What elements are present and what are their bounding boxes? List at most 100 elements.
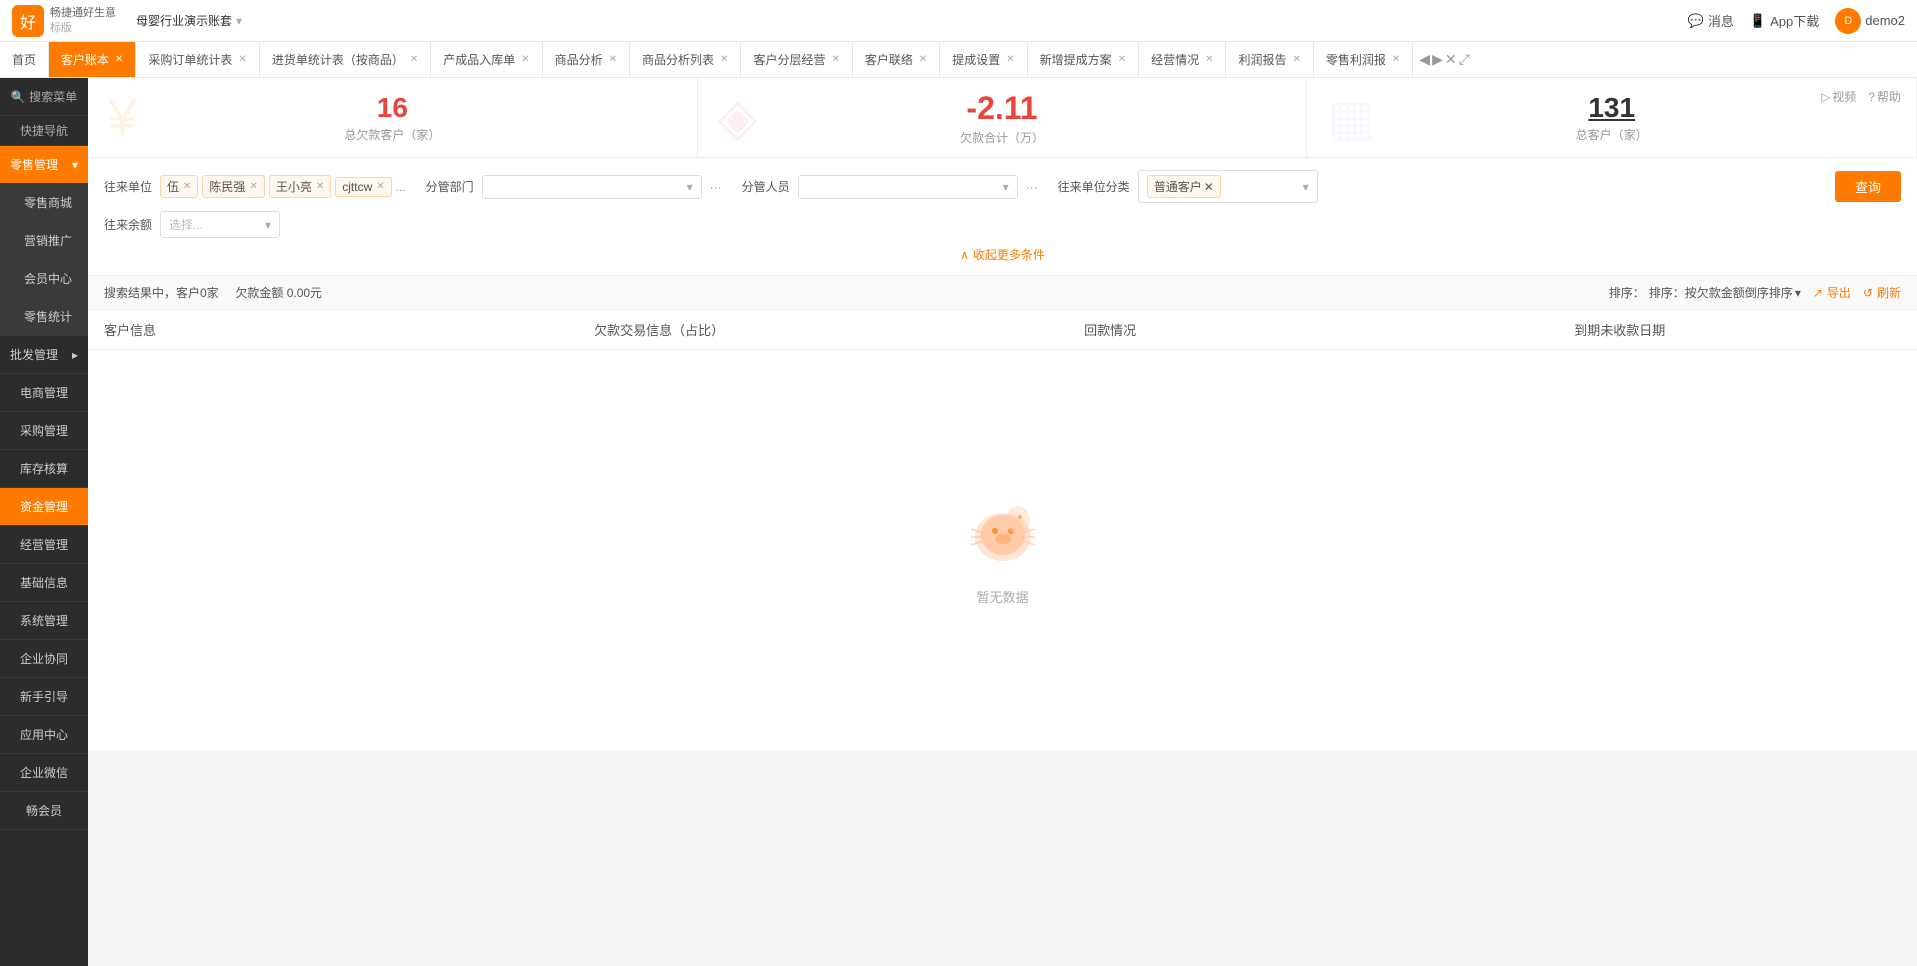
message-button[interactable]: 💬 消息 — [1688, 11, 1734, 30]
tag-close-cjttcw[interactable]: ✕ — [376, 181, 384, 192]
dept-more[interactable]: ··· — [710, 180, 722, 194]
sidebar-item-purchase[interactable]: 采购管理 — [0, 412, 88, 450]
search-icon: 🔍 — [11, 90, 26, 104]
sidebar-item-operations[interactable]: 经营管理 — [0, 526, 88, 564]
tab-close-icon[interactable]: ✕ — [521, 54, 529, 65]
tag-close-category[interactable]: ✕ — [1204, 180, 1214, 194]
stat-label-total-customers: 总客户（家） — [1576, 126, 1648, 143]
play-icon: ▷ — [1821, 90, 1830, 104]
message-icon: 💬 — [1688, 13, 1704, 29]
sidebar-item-inventory[interactable]: 库存核算 — [0, 450, 88, 488]
nav-right-icon[interactable]: ▶ — [1432, 51, 1443, 68]
staff-filter-label: 分管人员 — [742, 178, 790, 195]
sidebar-item-guide[interactable]: 新手引导 — [0, 678, 88, 716]
staff-select[interactable]: ▾ — [798, 175, 1018, 199]
sidebar-item-basic-info[interactable]: 基础信息 — [0, 564, 88, 602]
video-help-button[interactable]: ▷ 视频 — [1821, 88, 1856, 105]
chevron-right-icon: ▸ — [72, 348, 78, 362]
sidebar-item-finance[interactable]: 资金管理 — [0, 488, 88, 526]
stat-label-debt-total: 欠款合计（万） — [960, 129, 1044, 146]
stat-label-debt-customers: 总欠款客户（家） — [344, 126, 440, 143]
query-button[interactable]: 查询 — [1835, 171, 1901, 202]
tab-new-commission[interactable]: 新增提成方案 ✕ — [1028, 42, 1139, 78]
tab-close-icon[interactable]: ✕ — [1006, 54, 1014, 65]
remain-filter-label: 往来余额 — [104, 216, 152, 233]
dept-select[interactable]: ▾ — [482, 175, 702, 199]
tab-close-icon[interactable]: ✕ — [609, 54, 617, 65]
nav-expand-icon[interactable]: ⤢ — [1459, 51, 1470, 68]
help-button[interactable]: ? 帮助 — [1868, 88, 1901, 105]
tab-customer-layer[interactable]: 客户分层经营 ✕ — [741, 42, 852, 78]
nav-close-icon[interactable]: ✕ — [1445, 51, 1457, 68]
category-select[interactable]: 普通客户 ✕ ▾ — [1138, 170, 1318, 203]
sidebar-quick-nav[interactable]: 快捷导航 — [0, 116, 88, 146]
unit-filter-label: 往来单位 — [104, 178, 152, 195]
tab-business[interactable]: 经营情况 ✕ — [1139, 42, 1226, 78]
tab-close-icon[interactable]: ✕ — [410, 54, 418, 65]
tab-goods-analysis[interactable]: 商品分析 ✕ — [543, 42, 630, 78]
sort-icon: ▾ — [1795, 286, 1801, 300]
top-bar: 好 畅捷通好生意 标版 母婴行业演示账套 ▾ 💬 消息 📱 App下载 D de… — [0, 0, 1917, 42]
collapse-button[interactable]: ∧ 收起更多条件 — [104, 246, 1901, 263]
app-download-button[interactable]: 📱 App下载 — [1750, 11, 1819, 30]
sidebar-item-system[interactable]: 系统管理 — [0, 602, 88, 640]
table-container: 客户信息 欠款交易信息（占比） 回款情况 到期未收款日期 — [88, 310, 1917, 750]
col-customer-info: 客户信息 — [104, 320, 594, 339]
sort-selector[interactable]: 排序：按欠款金额倒序排序 ▾ — [1649, 284, 1801, 301]
tab-close-icon[interactable]: ✕ — [1293, 54, 1301, 65]
tab-purchase-order[interactable]: 采购订单统计表 ✕ — [136, 42, 259, 78]
tab-customer-account[interactable]: 客户账本 ✕ — [49, 42, 136, 78]
filter-area: 往来单位 伍 ✕ 陈民强 ✕ 王小亮 ✕ cjttcw — [88, 158, 1917, 276]
tab-goods-analysis-list[interactable]: 商品分析列表 ✕ — [630, 42, 741, 78]
more-tags[interactable]: ... — [396, 180, 406, 194]
sidebar-item-ecommerce[interactable]: 电商管理 — [0, 374, 88, 412]
sidebar-item-retail[interactable]: 零售管理 ▾ — [0, 146, 88, 184]
tab-close-icon[interactable]: ✕ — [1118, 54, 1126, 65]
tab-close-icon[interactable]: ✕ — [115, 54, 123, 65]
tab-close-icon[interactable]: ✕ — [1205, 54, 1213, 65]
sidebar-item-app-center[interactable]: 应用中心 — [0, 716, 88, 754]
tab-profit-report[interactable]: 利润报告 ✕ — [1226, 42, 1313, 78]
sidebar-item-chang-member[interactable]: 畅会员 — [0, 792, 88, 830]
tab-home[interactable]: 首页 — [0, 42, 49, 78]
category-filter-label: 往来单位分类 — [1058, 178, 1130, 195]
empty-icon — [963, 495, 1043, 575]
tab-close-icon[interactable]: ✕ — [919, 54, 927, 65]
user-menu[interactable]: D demo2 — [1835, 8, 1905, 34]
sidebar-search[interactable]: 🔍 搜索菜单 — [0, 78, 88, 116]
sidebar-item-wholesale[interactable]: 批发管理 ▸ — [0, 336, 88, 374]
tag-close-wu[interactable]: ✕ — [183, 181, 191, 192]
remain-select[interactable]: 选择... ▾ — [160, 211, 280, 238]
export-button[interactable]: ↗ 导出 — [1813, 284, 1851, 301]
tab-retail-profit[interactable]: 零售利润报 ✕ — [1314, 42, 1413, 78]
tab-product-inbound[interactable]: 产成品入库单 ✕ — [431, 42, 542, 78]
sidebar-item-retail-stats[interactable]: 零售统计 — [0, 298, 88, 336]
refresh-button[interactable]: ↺ 刷新 — [1863, 284, 1901, 301]
sidebar-item-member[interactable]: 会员中心 — [0, 260, 88, 298]
sidebar-item-retail-mall[interactable]: 零售商城 — [0, 184, 88, 222]
tab-purchase-stats[interactable]: 进货单统计表（按商品） ✕ — [260, 42, 431, 78]
main-content: ¥ 16 总欠款客户（家） ◈ -2.11 欠款合计（万） ▦ 131 总客户（… — [88, 78, 1917, 966]
category-tag-normal: 普通客户 ✕ — [1147, 175, 1221, 198]
tag-close-wang[interactable]: ✕ — [316, 181, 324, 192]
industry-selector[interactable]: 母婴行业演示账套 ▾ — [136, 12, 242, 29]
tab-customer-contact[interactable]: 客户联络 ✕ — [853, 42, 940, 78]
staff-more[interactable]: ··· — [1026, 180, 1038, 194]
tab-commission-settings[interactable]: 提成设置 ✕ — [940, 42, 1027, 78]
tab-close-icon[interactable]: ✕ — [720, 54, 728, 65]
result-info: 搜索结果中，客户0家 欠款金额 0.00元 — [104, 284, 322, 301]
sidebar-item-marketing[interactable]: 营销推广 — [0, 222, 88, 260]
chevron-down-icon: ▾ — [265, 218, 271, 232]
tab-close-icon[interactable]: ✕ — [831, 54, 839, 65]
tag-chen: 陈民强 ✕ — [202, 175, 264, 198]
nav-left-icon[interactable]: ◀ — [1419, 51, 1430, 68]
export-icon: ↗ — [1813, 286, 1823, 300]
result-actions: 排序： 排序：按欠款金额倒序排序 ▾ ↗ 导出 ↺ 刷新 — [1609, 284, 1901, 301]
tag-close-chen[interactable]: ✕ — [249, 181, 257, 192]
tab-close-icon[interactable]: ✕ — [1392, 54, 1400, 65]
sidebar-item-enterprise-wechat[interactable]: 企业微信 — [0, 754, 88, 792]
tag-cjttcw: cjttcw ✕ — [335, 177, 391, 197]
sidebar-item-enterprise-collab[interactable]: 企业协同 — [0, 640, 88, 678]
tab-close-icon[interactable]: ✕ — [238, 54, 246, 65]
refresh-icon: ↺ — [1863, 286, 1873, 300]
